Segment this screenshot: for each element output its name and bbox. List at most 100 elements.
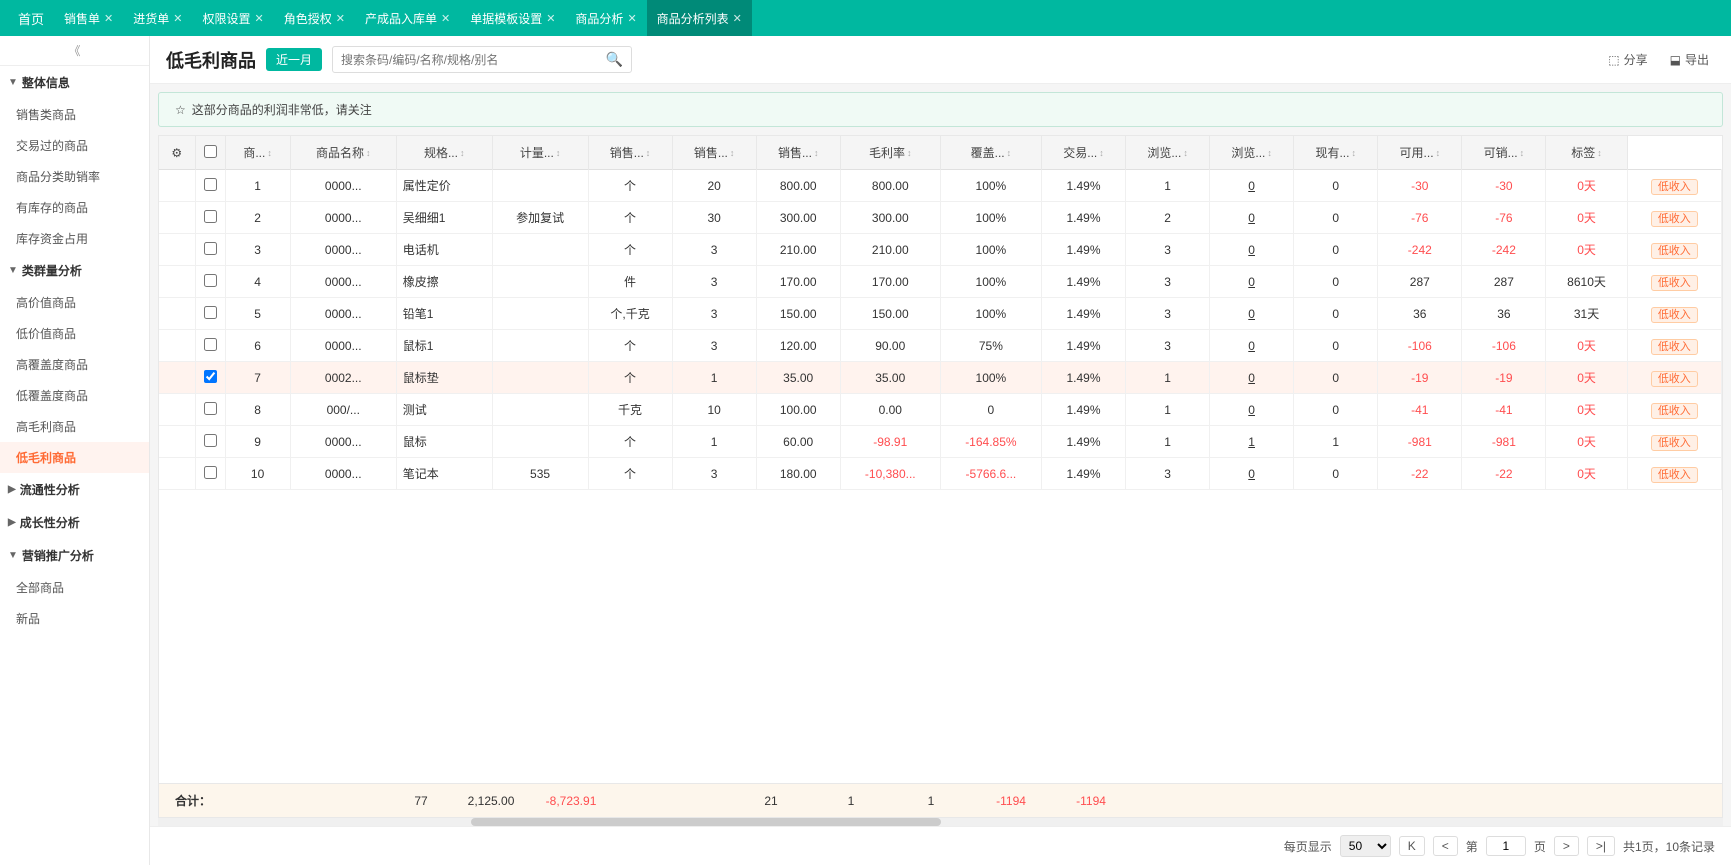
sidebar-item-sales-goods[interactable]: 销售类商品 — [0, 99, 149, 130]
page-number-input[interactable] — [1486, 836, 1526, 856]
row-browse1[interactable]: 1 — [1210, 426, 1294, 458]
sidebar-item-stock-goods[interactable]: 有库存的商品 — [0, 192, 149, 223]
sidebar-item-traded-goods[interactable]: 交易过的商品 — [0, 130, 149, 161]
col-check[interactable] — [195, 136, 225, 170]
col-sellable[interactable]: 可销...↕ — [1462, 136, 1546, 170]
row-check[interactable] — [195, 330, 225, 362]
nav-item-role[interactable]: 角色授权 ✕ — [274, 0, 355, 36]
col-current-stock[interactable]: 现有...↕ — [1294, 136, 1378, 170]
col-gross-rate[interactable]: 毛利率↕ — [840, 136, 940, 170]
row-check[interactable] — [195, 202, 225, 234]
row-check[interactable] — [195, 394, 225, 426]
row-browse1[interactable]: 0 — [1210, 234, 1294, 266]
col-spec[interactable]: 规格...↕ — [396, 136, 492, 170]
row-browse1[interactable]: 0 — [1210, 394, 1294, 426]
row-checkbox[interactable] — [204, 466, 217, 479]
share-button[interactable]: ⬚ 分享 — [1602, 47, 1653, 72]
sidebar-item-low-coverage[interactable]: 低覆盖度商品 — [0, 380, 149, 411]
row-checkbox[interactable] — [204, 370, 217, 383]
row-checkbox[interactable] — [204, 306, 217, 319]
col-code[interactable]: 商...↕ — [225, 136, 290, 170]
row-check[interactable] — [195, 234, 225, 266]
sidebar-item-all-goods[interactable]: 全部商品 — [0, 572, 149, 603]
sidebar-section-liquidity[interactable]: ▶ 流通性分析 — [0, 473, 149, 506]
row-checkbox[interactable] — [204, 274, 217, 287]
row-checkbox[interactable] — [204, 402, 217, 415]
sidebar-item-high-margin[interactable]: 高毛利商品 — [0, 411, 149, 442]
sidebar-item-high-coverage[interactable]: 高覆盖度商品 — [0, 349, 149, 380]
row-checkbox[interactable] — [204, 242, 217, 255]
row-checkbox[interactable] — [204, 434, 217, 447]
close-analysis-list-icon[interactable]: ✕ — [733, 12, 742, 25]
row-check[interactable] — [195, 362, 225, 394]
col-trade[interactable]: 交易...↕ — [1041, 136, 1125, 170]
row-browse1[interactable]: 0 — [1210, 170, 1294, 202]
sidebar-item-category-rate[interactable]: 商品分类助销率 — [0, 161, 149, 192]
row-name[interactable]: 属性定价 — [396, 170, 492, 202]
row-check[interactable] — [195, 266, 225, 298]
sidebar-item-high-value[interactable]: 高价值商品 — [0, 287, 149, 318]
horizontal-scrollbar[interactable] — [158, 818, 1723, 826]
col-browse1[interactable]: 浏览...↕ — [1126, 136, 1210, 170]
close-role-icon[interactable]: ✕ — [336, 12, 345, 25]
row-name[interactable]: 鼠标垫 — [396, 362, 492, 394]
nav-item-product-in[interactable]: 产成品入库单 ✕ — [355, 0, 460, 36]
row-name[interactable]: 测试 — [396, 394, 492, 426]
col-available[interactable]: 可用...↕ — [1378, 136, 1462, 170]
export-button[interactable]: ⬓ 导出 — [1664, 47, 1715, 72]
sidebar-section-marketing[interactable]: ▼ 营销推广分析 — [0, 539, 149, 572]
row-name[interactable]: 鼠标1 — [396, 330, 492, 362]
nav-item-sales[interactable]: 销售单 ✕ — [54, 0, 123, 36]
row-check[interactable] — [195, 298, 225, 330]
per-page-select[interactable]: 50 100 200 — [1340, 835, 1391, 857]
select-all-checkbox[interactable] — [204, 145, 217, 158]
nav-item-analysis-list[interactable]: 商品分析列表 ✕ — [647, 0, 752, 36]
row-browse1[interactable]: 0 — [1210, 266, 1294, 298]
row-name[interactable]: 鼠标 — [396, 426, 492, 458]
sidebar-item-new-goods[interactable]: 新品 — [0, 603, 149, 634]
col-sales-amount[interactable]: 销售...↕ — [672, 136, 756, 170]
sidebar-section-overview[interactable]: ▼ 整体信息 — [0, 66, 149, 99]
close-sales-icon[interactable]: ✕ — [104, 12, 113, 25]
row-checkbox[interactable] — [204, 338, 217, 351]
col-unit[interactable]: 计量...↕ — [492, 136, 588, 170]
row-name[interactable]: 笔记本 — [396, 458, 492, 490]
search-input[interactable] — [341, 53, 606, 67]
sidebar-item-low-margin[interactable]: 低毛利商品 — [0, 442, 149, 473]
scrollbar-thumb[interactable] — [471, 818, 941, 826]
row-browse1[interactable]: 0 — [1210, 458, 1294, 490]
col-tag[interactable]: 标签↕ — [1546, 136, 1627, 170]
sidebar-section-cluster[interactable]: ▼ 类群量分析 — [0, 254, 149, 287]
row-name[interactable]: 电话机 — [396, 234, 492, 266]
next-page-btn[interactable]: > — [1554, 836, 1579, 856]
row-browse1[interactable]: 0 — [1210, 298, 1294, 330]
row-check[interactable] — [195, 458, 225, 490]
close-purchase-icon[interactable]: ✕ — [173, 12, 182, 25]
row-checkbox[interactable] — [204, 178, 217, 191]
nav-item-analysis[interactable]: 商品分析 ✕ — [565, 0, 646, 36]
col-coverage[interactable]: 覆盖...↕ — [940, 136, 1041, 170]
close-permission-icon[interactable]: ✕ — [255, 12, 264, 25]
col-sales-profit[interactable]: 销售...↕ — [756, 136, 840, 170]
col-sales-qty[interactable]: 销售...↕ — [588, 136, 672, 170]
nav-item-purchase[interactable]: 进货单 ✕ — [123, 0, 192, 36]
last-page-btn[interactable]: >| — [1587, 836, 1615, 856]
col-settings[interactable]: ⚙ — [159, 136, 195, 170]
close-template-icon[interactable]: ✕ — [546, 12, 555, 25]
row-checkbox[interactable] — [204, 210, 217, 223]
row-browse1[interactable]: 0 — [1210, 202, 1294, 234]
close-analysis-icon[interactable]: ✕ — [627, 12, 636, 25]
col-name[interactable]: 商品名称↕ — [290, 136, 396, 170]
first-page-btn[interactable]: K — [1399, 836, 1425, 856]
prev-page-btn[interactable]: < — [1433, 836, 1458, 856]
row-browse1[interactable]: 0 — [1210, 330, 1294, 362]
nav-item-home[interactable]: 首页 — [8, 0, 54, 36]
sidebar-item-low-value[interactable]: 低价值商品 — [0, 318, 149, 349]
col-browse2[interactable]: 浏览...↕ — [1210, 136, 1294, 170]
sidebar-section-growth[interactable]: ▶ 成长性分析 — [0, 506, 149, 539]
close-product-in-icon[interactable]: ✕ — [441, 12, 450, 25]
row-name[interactable]: 吴细细1 — [396, 202, 492, 234]
nav-item-template[interactable]: 单据模板设置 ✕ — [460, 0, 565, 36]
sidebar-item-stock-capital[interactable]: 库存资金占用 — [0, 223, 149, 254]
row-check[interactable] — [195, 426, 225, 458]
